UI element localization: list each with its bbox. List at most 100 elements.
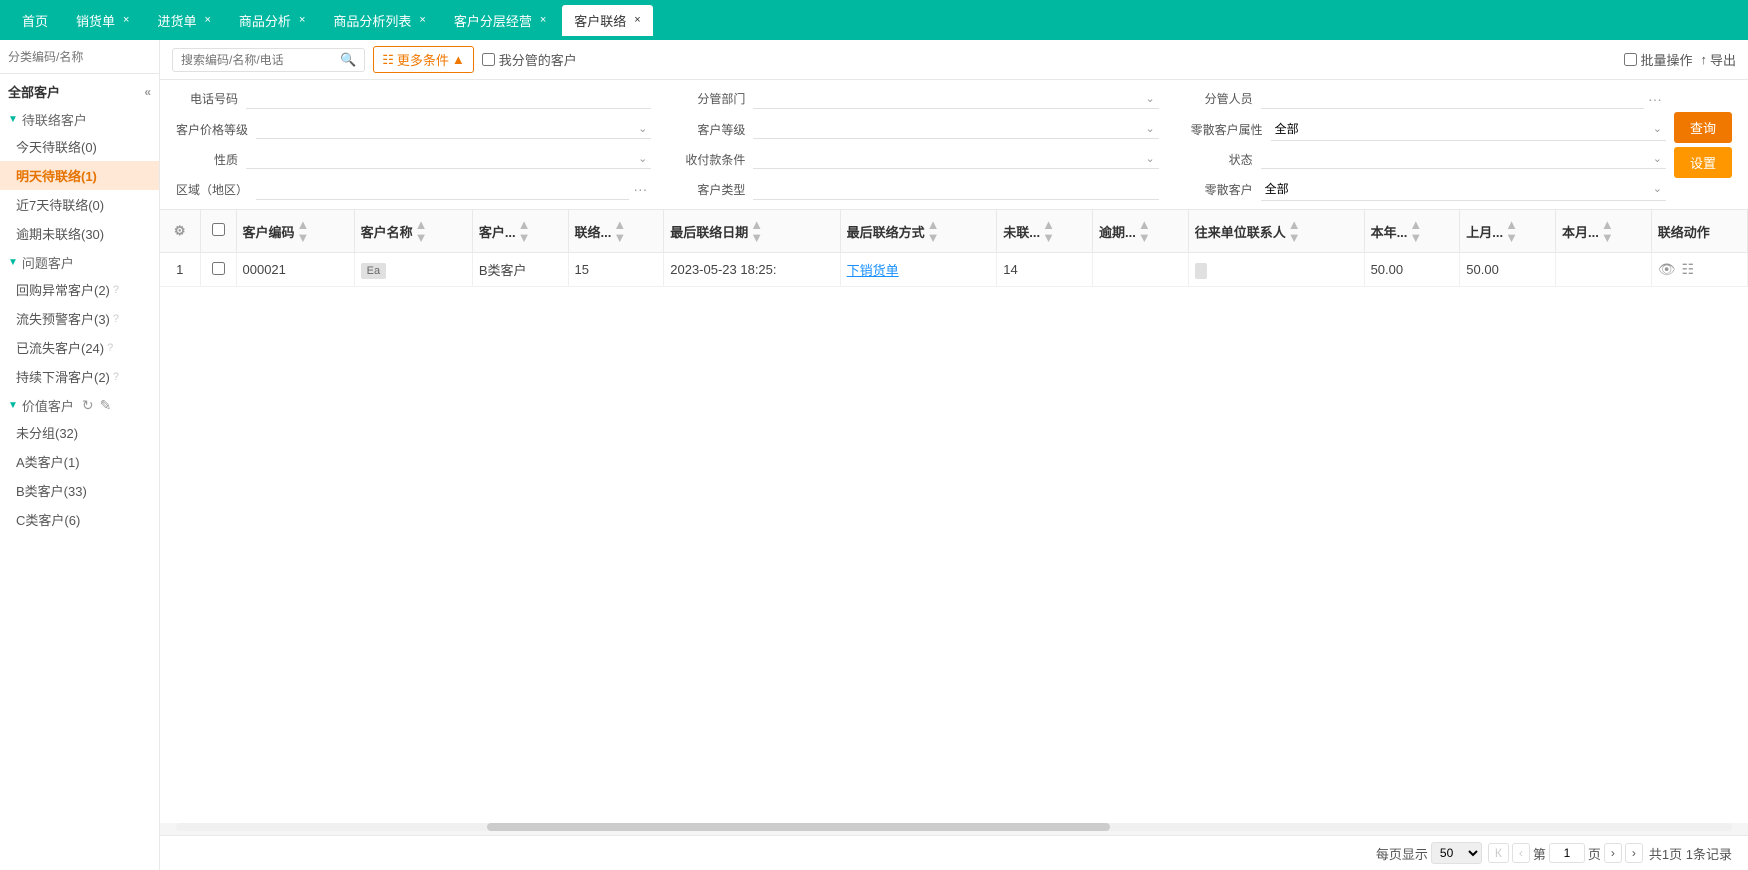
sort-code[interactable]: 客户编码 ▲▼ — [243, 218, 348, 244]
select-all-checkbox[interactable] — [212, 223, 225, 236]
sidebar-item-churned[interactable]: 已流失客户(24) ? — [0, 333, 159, 362]
nav-sales-order[interactable]: 销货单 × — [64, 5, 141, 36]
filter-row-3: 性质 ⌄ 收付款条件 ⌄ — [176, 149, 1666, 169]
my-customers-checkbox-label[interactable]: 我分管的客户 — [482, 50, 577, 69]
prev-page-button[interactable]: ‹ — [1512, 843, 1530, 863]
th-last-month: 上月... ▲▼ — [1460, 210, 1556, 253]
filter-select-dept[interactable]: ⌄ — [753, 89, 1158, 109]
nav-close-product[interactable]: × — [299, 14, 305, 26]
sidebar-item-declining[interactable]: 持续下滑客户(2) ? — [0, 362, 159, 391]
sort-last-method[interactable]: 最后联络方式 ▲▼ — [847, 218, 991, 244]
sort-this-month[interactable]: 本月... ▲▼ — [1562, 218, 1645, 244]
edit-icon[interactable]: ✎ — [100, 397, 112, 414]
sidebar-group-value: ▼ 价值客户 ↻ ✎ — [0, 391, 159, 418]
page-label: 第 — [1533, 844, 1546, 863]
refresh-icon[interactable]: ↻ — [82, 397, 94, 414]
horizontal-scrollbar-track[interactable] — [176, 823, 1732, 831]
nav-close-purchase[interactable]: × — [204, 14, 210, 26]
nav-home[interactable]: 首页 — [10, 5, 60, 36]
nav-close-product-list[interactable]: × — [419, 14, 425, 26]
sidebar-group-problem: ▼ 问题客户 — [0, 248, 159, 275]
sidebar-item-class-a[interactable]: A类客户(1) — [0, 447, 159, 476]
more-dots-manager[interactable]: ··· — [1644, 91, 1666, 107]
sort-this-year[interactable]: 本年... ▲▼ — [1371, 218, 1454, 244]
sidebar-item-class-c[interactable]: C类客户(6) — [0, 505, 159, 534]
nav-customer-contact[interactable]: 客户联络 × — [562, 5, 652, 36]
sort-last-month[interactable]: 上月... ▲▼ — [1466, 218, 1549, 244]
nav-product-analysis-list[interactable]: 商品分析列表 × — [321, 5, 437, 36]
sort-unit-contact[interactable]: 往来单位联系人 ▲▼ — [1195, 218, 1358, 244]
filter-select-payment[interactable]: ⌄ — [753, 149, 1158, 169]
next-page-button[interactable]: › — [1604, 843, 1622, 863]
sidebar-item-abnormal[interactable]: 回购异常客户(2) ? — [0, 275, 159, 304]
filter-more-conditions[interactable]: ☷ 更多条件 ▲ — [373, 46, 474, 73]
row-checkbox[interactable] — [212, 262, 225, 275]
nav-label-customer-contact: 客户联络 — [574, 11, 626, 30]
sidebar-all-customers[interactable]: 全部客户 « — [0, 74, 159, 105]
sidebar-item-7days[interactable]: 近7天待联络(0) — [0, 190, 159, 219]
filter-label-phone: 电话号码 — [176, 90, 246, 107]
sidebar-all-customers-label: 全部客户 — [8, 82, 60, 101]
horizontal-scrollbar-thumb[interactable] — [487, 823, 1109, 831]
grid-action-icon[interactable]: ☷ — [1682, 261, 1695, 278]
filter-field-customer-type: 客户类型 — [683, 179, 1158, 200]
nav-close-customer-tier[interactable]: × — [540, 14, 546, 26]
export-button[interactable]: ↑ 导出 — [1700, 50, 1736, 69]
sidebar-item-churn-warning[interactable]: 流失预警客户(3) ? — [0, 304, 159, 333]
sort-uncontacted[interactable]: 未联... ▲▼ — [1003, 218, 1086, 244]
page-number-input[interactable] — [1549, 843, 1585, 863]
chevron-up-icon: ▲ — [452, 52, 465, 67]
sidebar-search-input[interactable] — [8, 50, 160, 64]
sidebar-item-ungrouped[interactable]: 未分组(32) — [0, 418, 159, 447]
sort-overdue[interactable]: 逾期... ▲▼ — [1099, 218, 1182, 244]
filter-label-dept: 分管部门 — [683, 90, 753, 107]
filter-input-phone[interactable] — [246, 88, 651, 109]
filter-search-input[interactable] — [181, 53, 336, 67]
batch-checkbox[interactable] — [1624, 53, 1637, 66]
sidebar-item-today[interactable]: 今天待联络(0) — [0, 132, 159, 161]
th-code: 客户编码 ▲▼ — [236, 210, 354, 253]
filter-select-retail-attr[interactable]: 全部 ⌄ — [1271, 117, 1666, 141]
sort-arrows-uncontacted: ▲▼ — [1042, 218, 1055, 244]
nav-close-sales[interactable]: × — [123, 14, 129, 26]
th-actions-label: 联络动作 — [1658, 225, 1710, 240]
sidebar-group-problem-label: 问题客户 — [22, 253, 74, 272]
gear-icon-th[interactable]: ⚙ — [174, 223, 186, 238]
sort-contact-count[interactable]: 联络... ▲▼ — [575, 218, 658, 244]
filter-select-customer-level[interactable]: ⌄ — [753, 119, 1158, 139]
filter-select-status[interactable]: ⌄ — [1261, 149, 1666, 169]
sort-type[interactable]: 客户... ▲▼ — [479, 218, 562, 244]
sidebar-item-tomorrow[interactable]: 明天待联络(1) — [0, 161, 159, 190]
first-page-button[interactable]: К — [1488, 843, 1509, 863]
nav-label-product-list: 商品分析列表 — [333, 11, 411, 30]
my-customers-checkbox[interactable] — [482, 53, 495, 66]
set-button[interactable]: 设置 — [1674, 147, 1732, 178]
sidebar-collapse-icon[interactable]: « — [144, 85, 151, 99]
sidebar-item-overdue[interactable]: 逾期未联络(30) — [0, 219, 159, 248]
nav-close-customer-contact[interactable]: × — [634, 14, 640, 26]
page-size-select[interactable]: 20 50 100 — [1431, 842, 1482, 864]
sort-last-date[interactable]: 最后联络日期 ▲▼ — [670, 218, 833, 244]
chevron-down-icon-retail-cust: ⌄ — [1653, 182, 1662, 195]
more-dots-region[interactable]: ··· — [629, 181, 651, 197]
filter-search-icon[interactable]: 🔍 — [340, 52, 356, 68]
nav-customer-tier[interactable]: 客户分层经营 × — [442, 5, 558, 36]
nav-product-analysis[interactable]: 商品分析 × — [227, 5, 317, 36]
filter-input-region[interactable] — [256, 179, 629, 200]
sort-name[interactable]: 客户名称 ▲▼ — [361, 218, 466, 244]
batch-operation-button[interactable]: 批量操作 — [1624, 50, 1692, 69]
filter-select-retail-customer[interactable]: 全部 ⌄ — [1261, 177, 1666, 201]
sidebar-item-class-b[interactable]: B类客户(33) — [0, 476, 159, 505]
last-page-button[interactable]: › — [1625, 843, 1643, 863]
eye-action-icon[interactable]: 👁 — [1658, 261, 1676, 278]
filter-select-nature[interactable]: ⌄ — [246, 149, 651, 169]
filter-select-price-level[interactable]: ⌄ — [256, 119, 651, 139]
query-button[interactable]: 查询 — [1674, 112, 1732, 143]
filter-input-customer-type[interactable] — [753, 179, 1158, 200]
filter-input-manager[interactable] — [1261, 88, 1644, 109]
nav-purchase-order[interactable]: 进货单 × — [145, 5, 222, 36]
th-name-label: 客户名称 — [361, 222, 413, 241]
last-method-link[interactable]: 下销货单 — [847, 263, 899, 278]
filter-field-dept: 分管部门 ⌄ — [683, 89, 1158, 109]
filter-field-nature: 性质 ⌄ — [176, 149, 651, 169]
